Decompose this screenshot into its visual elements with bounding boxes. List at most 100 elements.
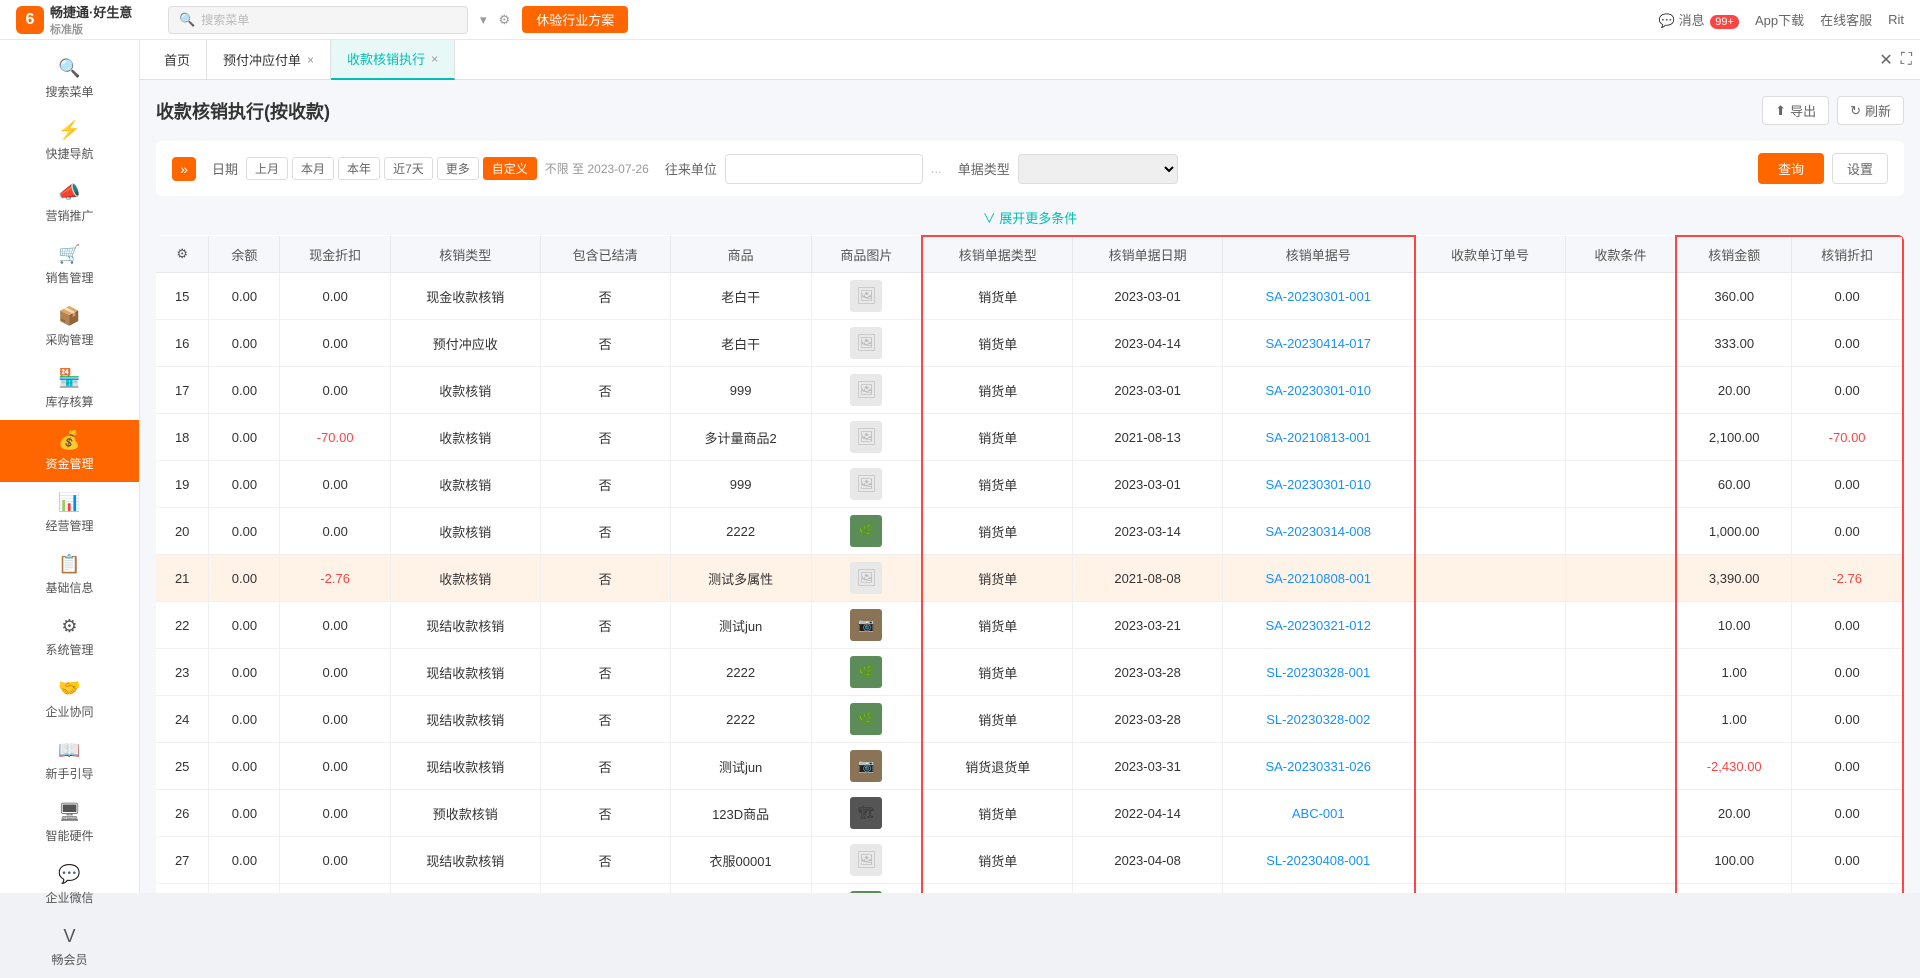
receipt-no-link[interactable]: SA-20230331-026 [1265,759,1371,774]
cell-writeoff-type: 收款核销 [390,461,540,508]
receipt-no-link[interactable]: SA-20230314-008 [1265,524,1371,539]
receipt-no-link[interactable]: SL-20230408-001 [1266,853,1370,868]
cell-writeoff-amount: 20.00 [1676,790,1792,837]
cell-writeoff-receipt-no: SA-20230314-008 [1222,508,1414,555]
cell-writeoff-receipt-type: 销货单 [922,555,1072,602]
cell-writeoff-receipt-type: 销货单 [922,367,1072,414]
top-bar: 6 畅捷通·好生意 标准版 🔍 搜索菜单 ▾ ⚙ 休验行业方案 💬 消息 99+… [0,0,1920,40]
sidebar-item-basicinfo[interactable]: 📋 基础信息 [0,544,139,606]
expand-more-bar[interactable]: ∨ 展开更多条件 [156,208,1904,227]
settings-button[interactable]: 设置 [1832,153,1888,184]
sidebar-item-label: 新手引导 [45,765,93,782]
tab-close-all-icon[interactable]: ✕ [1879,50,1892,70]
refresh-button[interactable]: ↻ 刷新 [1837,96,1904,125]
cell-writeoff-discount: 0.00 [1792,790,1903,837]
cell-writeoff-receipt-date: 2023-03-14 [1073,508,1223,555]
cell-goods: 999 [670,367,811,414]
tab-home[interactable]: 首页 [148,40,207,80]
cell-goods-img: 🖼 [811,461,922,508]
sidebar-item-search[interactable]: 🔍 搜索菜单 [0,48,139,110]
industry-solution-button[interactable]: 休验行业方案 [522,6,628,33]
sidebar-item-hardware[interactable]: 🖥 智能硬件 [0,792,139,854]
cell-receipt-order-no [1415,602,1565,649]
sidebar-item-operations[interactable]: 📊 经营管理 [0,482,139,544]
receipt-no-link[interactable]: SL-20230328-001 [1266,665,1370,680]
receipt-no-link[interactable]: SA-20210808-001 [1265,571,1371,586]
cell-include-settled: 否 [540,320,670,367]
cell-receipt-order-no [1415,414,1565,461]
main-layout: 🔍 搜索菜单 ⚡ 快捷导航 📣 营销推广 🛒 销售管理 📦 采购管理 🏪 库存核… [0,40,1920,893]
online-service-link[interactable]: 在线客服 [1820,10,1872,29]
table-container: ⚙ 余额 现金折扣 核销类型 包含已结清 商品 商品图片 核销单据类型 核销单据… [156,235,1904,893]
sidebar-item-inventory[interactable]: 🏪 库存核算 [0,358,139,420]
receipt-no-link[interactable]: SA-20230301-010 [1265,477,1371,492]
cell-writeoff-amount: 60.00 [1676,461,1792,508]
sidebar-item-marketing[interactable]: 📣 营销推广 [0,172,139,234]
sidebar-item-sales[interactable]: 🛒 销售管理 [0,234,139,296]
cell-writeoff-receipt-date: 2021-08-13 [1073,414,1223,461]
search-menu-icon: 🔍 [58,58,80,79]
receipt-no-link[interactable]: SL-20230328-002 [1266,712,1370,727]
receipt-no-link[interactable]: SA-20230321-012 [1265,618,1371,633]
cell-receipt-condition [1565,367,1676,414]
sidebar-item-sysadmin[interactable]: ⚙ 系统管理 [0,606,139,668]
tab-writeoff[interactable]: 收款核销执行 × [331,40,455,80]
date-last-month[interactable]: 上月 [246,157,288,180]
app-download-link[interactable]: App下载 [1755,10,1804,29]
filter-actions: 查询 设置 [1758,153,1888,184]
sidebar-item-purchase[interactable]: 📦 采购管理 [0,296,139,358]
receipt-no-link[interactable]: SA-20230301-010 [1265,383,1371,398]
cell-receipt-order-no [1415,790,1565,837]
receipt-no-link[interactable]: SA-20230414-017 [1265,336,1371,351]
export-button[interactable]: ⬆ 导出 [1762,96,1829,125]
cell-writeoff-amount: 2,100.00 [1676,414,1792,461]
tab-prepay-label: 预付冲应付单 [223,50,301,69]
cell-cash-discount: -2.76 [280,555,390,602]
cell-goods: 123D商品 [670,790,811,837]
date-more[interactable]: 更多 [437,157,479,180]
cell-seq: 20 [156,508,209,555]
page-content: 收款核销执行(按收款) ⬆ 导出 ↻ 刷新 » 日期 [140,80,1920,893]
sidebar-item-quicknav[interactable]: ⚡ 快捷导航 [0,110,139,172]
sidebar-item-wechat[interactable]: 💬 企业微信 [0,854,139,916]
receipt-no-link[interactable]: SA-20230301-001 [1265,289,1371,304]
cell-seq: 28 [156,884,209,894]
main-area: 首页 预付冲应付单 × 收款核销执行 × ✕ ⛶ 收款核销执行(按收款) [140,40,1920,893]
tab-prepay-close[interactable]: × [307,53,314,67]
cell-writeoff-receipt-no: SA-20210808-001 [1222,555,1414,602]
cell-writeoff-amount: -2,430.00 [1676,743,1792,790]
cell-cash-discount: 0.00 [280,602,390,649]
table-row: 240.000.00现结收款核销否2222🌿销货单2023-03-28SL-20… [156,696,1903,743]
cell-cash-discount: 0.00 [280,837,390,884]
settings-icon[interactable]: ⚙ [499,12,511,28]
query-button[interactable]: 查询 [1758,153,1824,184]
cell-writeoff-amount: 333.00 [1676,320,1792,367]
cell-writeoff-receipt-type: 销货单 [922,461,1072,508]
date-this-year[interactable]: 本年 [338,157,380,180]
sidebar-item-collab[interactable]: 🤝 企业协同 [0,668,139,730]
receipt-type-select[interactable] [1018,154,1178,184]
filter-expand-button[interactable]: » [172,157,196,181]
cell-include-settled: 否 [540,837,670,884]
message-icon[interactable]: 💬 消息 99+ [1659,10,1739,29]
sidebar-item-finance[interactable]: 💰 资金管理 [0,420,139,482]
cell-writeoff-type: 现金收款核销 [390,273,540,320]
tab-fullscreen-icon[interactable]: ⛶ [1901,51,1912,69]
cell-writeoff-receipt-no: ABC-001 [1222,790,1414,837]
tab-writeoff-close[interactable]: × [431,52,438,66]
from-unit-input[interactable] [725,154,923,184]
receipt-no-link[interactable]: SA-20210813-001 [1265,430,1371,445]
receipt-no-link[interactable]: ABC-001 [1292,806,1345,821]
cell-balance: 0.00 [209,884,280,894]
date-custom[interactable]: 自定义 [483,157,537,180]
cell-receipt-condition [1565,320,1676,367]
tab-prepay[interactable]: 预付冲应付单 × [207,40,331,80]
cell-writeoff-receipt-type: 销货单 [922,884,1072,894]
message-label: 消息 [1679,13,1705,28]
date-this-month[interactable]: 本月 [292,157,334,180]
sidebar-item-member[interactable]: V 畅会员 [0,916,139,978]
cell-writeoff-receipt-date: 2023-04-08 [1073,837,1223,884]
sidebar-item-guide[interactable]: 📖 新手引导 [0,730,139,792]
cell-seq: 18 [156,414,209,461]
date-last-7days[interactable]: 近7天 [384,157,433,180]
